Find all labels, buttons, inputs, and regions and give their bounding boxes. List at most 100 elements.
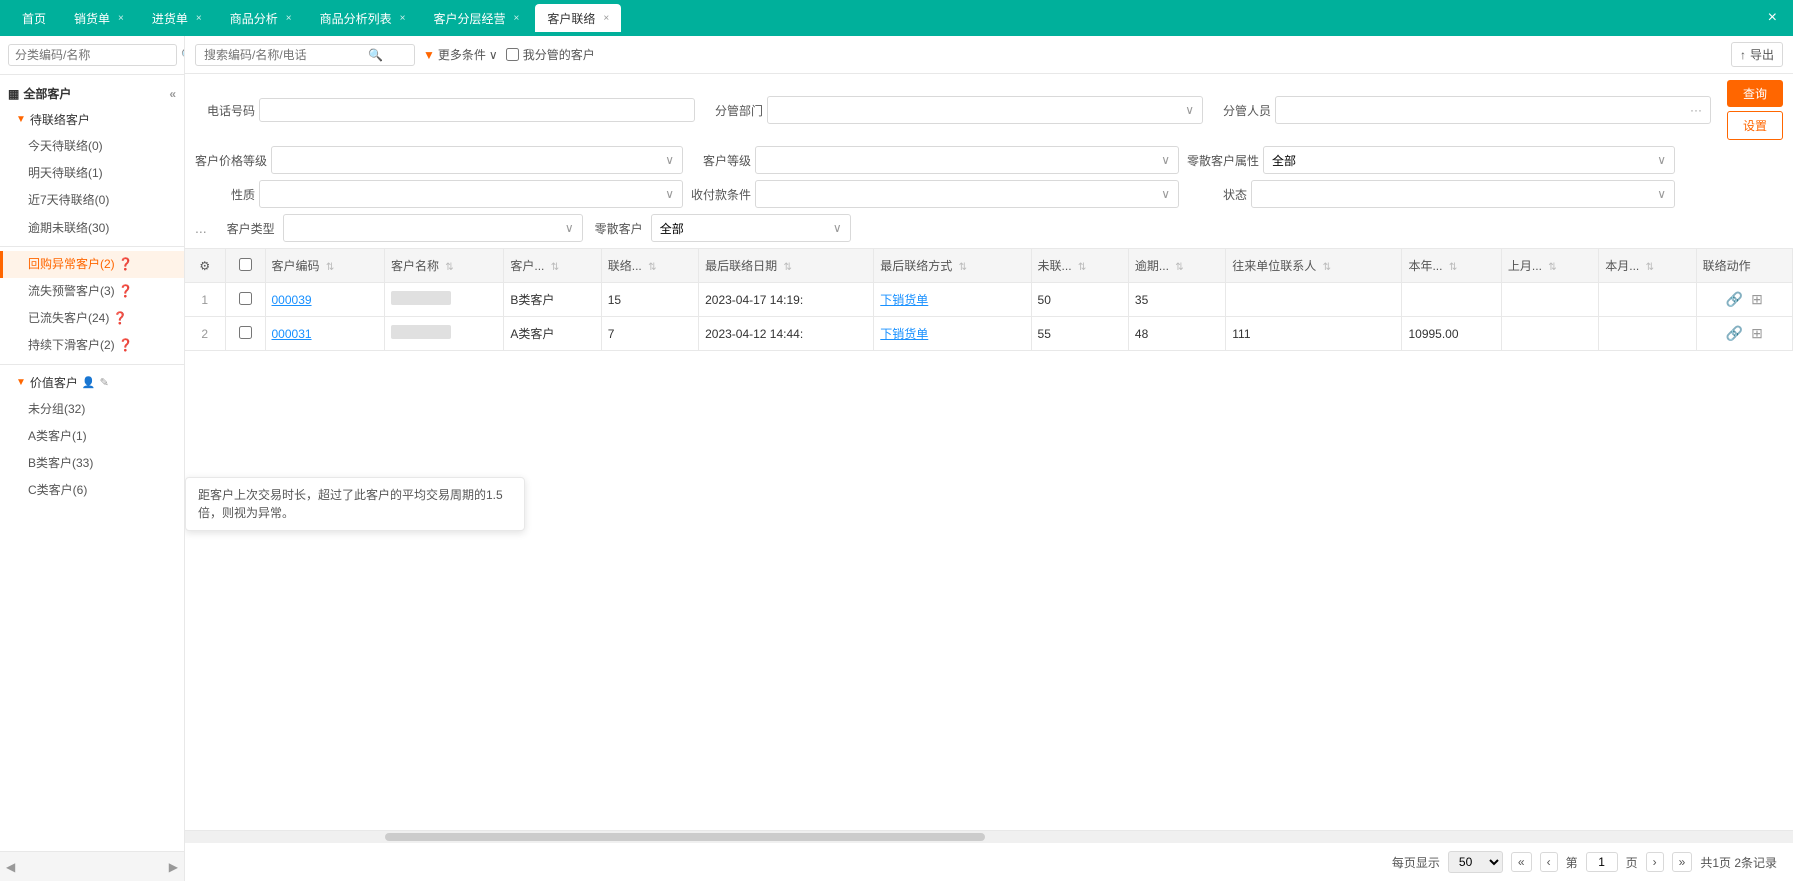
- price-level-select[interactable]: ∨: [271, 146, 683, 174]
- sidebar-item-already-lost[interactable]: 已流失客户(24) ❓: [0, 305, 184, 332]
- sidebar-item-7days[interactable]: 近7天待联络(0): [0, 187, 184, 214]
- nav-tab-customer-segment[interactable]: 客户分层经营 ×: [421, 4, 531, 32]
- overdue-sort-icon[interactable]: ⇅: [1175, 262, 1183, 273]
- sidebar-divider-1: [0, 246, 184, 247]
- nav-tab-customer-contact[interactable]: 客户联络 ×: [535, 4, 621, 32]
- customer-type-select[interactable]: ∨: [283, 214, 583, 242]
- sidebar-search-input[interactable]: [8, 44, 177, 66]
- customer-type-arrow: ∨: [565, 221, 574, 235]
- price-level-arrow: ∨: [665, 153, 674, 167]
- waiting-arrow-icon: ▼: [16, 114, 26, 125]
- page-input[interactable]: [1586, 852, 1618, 872]
- last-page-btn[interactable]: »: [1672, 852, 1693, 872]
- edit-icon[interactable]: ✎: [100, 376, 109, 389]
- first-page-btn[interactable]: «: [1511, 852, 1532, 872]
- more-conditions-btn[interactable]: ▼ 更多条件 ∨: [423, 46, 498, 63]
- name-sort-icon[interactable]: ⇅: [445, 262, 453, 273]
- row1-action1-icon[interactable]: 🔗: [1726, 291, 1743, 308]
- sidebar-scroll-left[interactable]: ◀: [6, 860, 15, 874]
- status-select[interactable]: ∨: [1251, 180, 1675, 208]
- settings-btn[interactable]: 设置: [1727, 111, 1783, 140]
- retail-customer-select[interactable]: 全部 ∨: [651, 214, 851, 242]
- row1-code-link[interactable]: 000039: [272, 293, 312, 307]
- nav-tab-product-analysis[interactable]: 商品分析 ×: [218, 4, 304, 32]
- scrollbar-area[interactable]: [185, 831, 1793, 843]
- nav-tab-purchase-close[interactable]: ×: [196, 13, 202, 24]
- table-area: 距客户上次交易时长，超过了此客户的平均交易周期的1.5倍，则视为异常。 ⚙ 客户…: [185, 249, 1793, 830]
- sidebar-item-class-b[interactable]: B类客户(33): [0, 450, 184, 477]
- dept-select[interactable]: ∨: [767, 96, 1203, 124]
- sidebar-value-group[interactable]: ▼ 价值客户 👤 ✎: [0, 369, 184, 396]
- person-select[interactable]: ···: [1275, 96, 1711, 124]
- sidebar-item-tomorrow[interactable]: 明天待联络(1): [0, 160, 184, 187]
- row2-code-link[interactable]: 000031: [272, 327, 312, 341]
- type-sort-icon[interactable]: ⇅: [551, 262, 559, 273]
- customer-type-select-wrap: ∨: [283, 214, 583, 242]
- select-all-checkbox[interactable]: [239, 258, 252, 271]
- sidebar-collapse-icon[interactable]: «: [169, 87, 176, 101]
- scrollbar-thumb[interactable]: [385, 833, 985, 841]
- retail-attr-select[interactable]: 全部 ∨: [1263, 146, 1675, 174]
- sidebar-item-today[interactable]: 今天待联络(0): [0, 133, 184, 160]
- export-btn[interactable]: ↑ 导出: [1731, 42, 1783, 67]
- nav-tab-sales-close[interactable]: ×: [118, 13, 124, 24]
- query-btn[interactable]: 查询: [1727, 80, 1783, 107]
- already-lost-help-icon[interactable]: ❓: [113, 311, 128, 325]
- sidebar-item-continue-down[interactable]: 持续下滑客户(2) ❓: [0, 332, 184, 359]
- my-customers-checkbox[interactable]: [506, 48, 519, 61]
- code-sort-icon[interactable]: ⇅: [326, 262, 334, 273]
- this-year-sort-icon[interactable]: ⇅: [1449, 262, 1457, 273]
- td-name-1: [384, 283, 503, 317]
- row1-action2-icon[interactable]: ⊞: [1751, 291, 1763, 308]
- search-input[interactable]: [204, 48, 364, 62]
- td-this-month-2: [1599, 317, 1696, 351]
- row1-method-link[interactable]: 下销货单: [880, 293, 928, 307]
- per-page-select[interactable]: 50 100 200: [1448, 851, 1503, 873]
- phone-input[interactable]: [259, 98, 695, 122]
- row2-action2-icon[interactable]: ⊞: [1751, 325, 1763, 342]
- td-contact-person-1: [1226, 283, 1402, 317]
- contact-count-sort-icon[interactable]: ⇅: [648, 262, 656, 273]
- nav-tab-customer-contact-close[interactable]: ×: [603, 13, 609, 24]
- sidebar-item-class-c[interactable]: C类客户(6): [0, 477, 184, 504]
- repurchase-help-icon[interactable]: ❓: [118, 257, 133, 271]
- last-method-sort-icon[interactable]: ⇅: [959, 262, 967, 273]
- nav-tab-home[interactable]: 首页: [10, 4, 58, 32]
- prev-page-btn[interactable]: ‹: [1540, 852, 1558, 872]
- nav-tab-purchase[interactable]: 进货单 ×: [140, 4, 214, 32]
- gender-select[interactable]: ∨: [259, 180, 683, 208]
- nav-tab-product-list-close[interactable]: ×: [400, 13, 406, 24]
- nav-tab-customer-segment-close[interactable]: ×: [513, 13, 519, 24]
- my-customers-wrap: 我分管的客户: [506, 46, 595, 63]
- search-icon[interactable]: 🔍: [368, 48, 383, 62]
- person-icon[interactable]: 👤: [82, 376, 96, 389]
- sidebar-item-lost-predicted[interactable]: 流失预警客户(3) ❓: [0, 278, 184, 305]
- uncontacted-sort-icon[interactable]: ⇅: [1078, 262, 1086, 273]
- lost-predicted-help-icon[interactable]: ❓: [118, 284, 133, 298]
- contact-person-sort-icon[interactable]: ⇅: [1323, 262, 1331, 273]
- sidebar-item-repurchase-abnormal[interactable]: 回购异常客户(2) ❓: [0, 251, 184, 278]
- sidebar-item-class-a[interactable]: A类客户(1): [0, 423, 184, 450]
- next-page-btn[interactable]: ›: [1646, 852, 1664, 872]
- payment-select[interactable]: ∨: [755, 180, 1179, 208]
- row1-checkbox[interactable]: [239, 292, 252, 305]
- th-gear[interactable]: ⚙: [185, 249, 225, 283]
- sidebar-item-unclassified[interactable]: 未分组(32): [0, 396, 184, 423]
- dots-more[interactable]: ...: [195, 220, 207, 236]
- td-cb-1: [225, 283, 265, 317]
- row2-method-link[interactable]: 下销货单: [880, 327, 928, 341]
- row2-action1-icon[interactable]: 🔗: [1726, 325, 1743, 342]
- last-month-sort-icon[interactable]: ⇅: [1548, 262, 1556, 273]
- sidebar-scroll-right[interactable]: ▶: [169, 860, 178, 874]
- nav-tab-product-analysis-close[interactable]: ×: [286, 13, 292, 24]
- nav-window-close[interactable]: ×: [1762, 9, 1783, 27]
- this-month-sort-icon[interactable]: ⇅: [1646, 262, 1654, 273]
- customer-level-select[interactable]: ∨: [755, 146, 1179, 174]
- last-date-sort-icon[interactable]: ⇅: [783, 262, 791, 273]
- nav-tab-product-list[interactable]: 商品分析列表 ×: [308, 4, 418, 32]
- nav-tab-sales[interactable]: 销货单 ×: [62, 4, 136, 32]
- continue-down-help-icon[interactable]: ❓: [118, 338, 133, 352]
- sidebar-waiting-contact-group[interactable]: ▼ 待联络客户: [0, 106, 184, 133]
- row2-checkbox[interactable]: [239, 326, 252, 339]
- sidebar-item-overdue[interactable]: 逾期未联络(30): [0, 215, 184, 242]
